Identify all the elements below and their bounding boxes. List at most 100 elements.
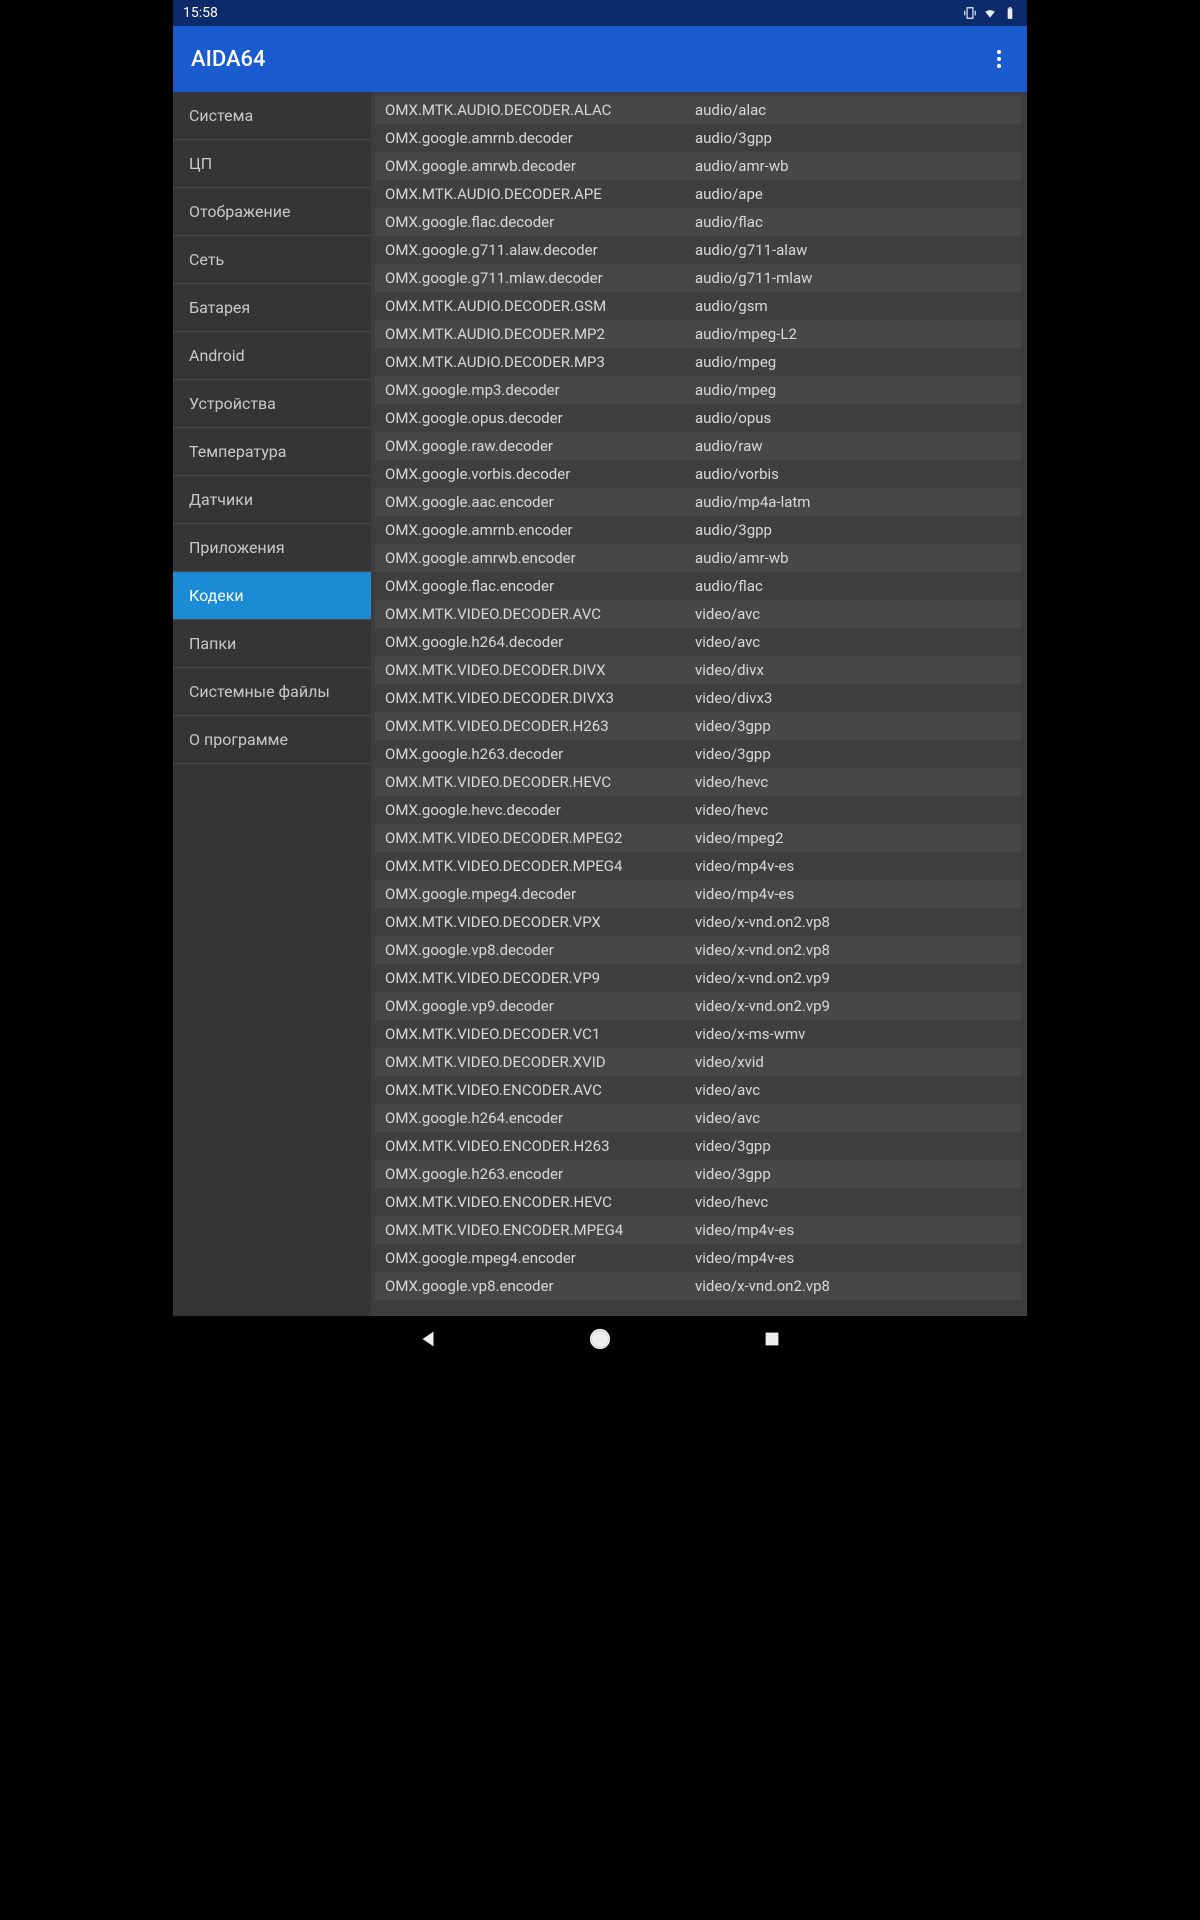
codec-type: audio/mpeg-L2 — [695, 325, 1011, 343]
codec-name: OMX.google.mpeg4.decoder — [385, 885, 695, 903]
sidebar-item-3[interactable]: Сеть — [173, 236, 371, 284]
codec-row[interactable]: OMX.google.aac.encoderaudio/mp4a-latm — [375, 488, 1021, 516]
codec-type: video/avc — [695, 1081, 1011, 1099]
codec-row[interactable]: OMX.google.hevc.decodervideo/hevc — [375, 796, 1021, 824]
codec-name: OMX.google.opus.decoder — [385, 409, 695, 427]
codec-name: OMX.google.flac.encoder — [385, 577, 695, 595]
codec-row[interactable]: OMX.MTK.VIDEO.DECODER.HEVCvideo/hevc — [375, 768, 1021, 796]
codec-row[interactable]: OMX.google.mpeg4.decodervideo/mp4v-es — [375, 880, 1021, 908]
codec-row[interactable]: OMX.MTK.VIDEO.ENCODER.AVCvideo/avc — [375, 1076, 1021, 1104]
navigation-bar — [173, 1316, 1027, 1366]
codec-name: OMX.google.h263.decoder — [385, 745, 695, 763]
codec-row[interactable]: OMX.MTK.VIDEO.DECODER.XVIDvideo/xvid — [375, 1048, 1021, 1076]
codec-row[interactable]: OMX.MTK.VIDEO.DECODER.H263video/3gpp — [375, 712, 1021, 740]
sidebar-item-0[interactable]: Система — [173, 92, 371, 140]
codec-name: OMX.MTK.VIDEO.DECODER.XVID — [385, 1053, 695, 1071]
codec-row[interactable]: OMX.google.h263.encodervideo/3gpp — [375, 1160, 1021, 1188]
sidebar-item-2[interactable]: Отображение — [173, 188, 371, 236]
codec-name: OMX.MTK.VIDEO.DECODER.HEVC — [385, 773, 695, 791]
nav-recent-button[interactable] — [751, 1318, 793, 1364]
codec-row[interactable]: OMX.google.vp9.decodervideo/x-vnd.on2.vp… — [375, 992, 1021, 1020]
codec-row[interactable]: OMX.google.amrwb.encoderaudio/amr-wb — [375, 544, 1021, 572]
codec-row[interactable]: OMX.google.h263.decodervideo/3gpp — [375, 740, 1021, 768]
codec-row[interactable]: OMX.MTK.VIDEO.DECODER.MPEG4video/mp4v-es — [375, 852, 1021, 880]
codec-name: OMX.google.h263.encoder — [385, 1165, 695, 1183]
codec-row[interactable]: OMX.google.h264.encodervideo/avc — [375, 1104, 1021, 1132]
codec-type: audio/mpeg — [695, 381, 1011, 399]
screen: 15:58 AIDA64 СистемаЦПОтображениеСетьБат… — [173, 0, 1027, 1366]
codec-type: audio/amr-wb — [695, 157, 1011, 175]
codec-type: video/xvid — [695, 1053, 1011, 1071]
codec-type: audio/flac — [695, 213, 1011, 231]
codec-row[interactable]: OMX.MTK.VIDEO.DECODER.VC1video/x-ms-wmv — [375, 1020, 1021, 1048]
sidebar-item-1[interactable]: ЦП — [173, 140, 371, 188]
status-time: 15:58 — [183, 5, 218, 21]
sidebar-item-8[interactable]: Датчики — [173, 476, 371, 524]
codec-row[interactable]: OMX.MTK.VIDEO.DECODER.VP9video/x-vnd.on2… — [375, 964, 1021, 992]
codec-row[interactable]: OMX.google.mpeg4.encodervideo/mp4v-es — [375, 1244, 1021, 1272]
codec-row[interactable]: OMX.MTK.VIDEO.DECODER.DIVX3video/divx3 — [375, 684, 1021, 712]
body: СистемаЦПОтображениеСетьБатареяAndroidУс… — [173, 92, 1027, 1316]
codec-list[interactable]: OMX.MTK.AUDIO.DECODER.ALACaudio/alacOMX.… — [371, 92, 1027, 1316]
codec-row[interactable]: OMX.google.flac.encoderaudio/flac — [375, 572, 1021, 600]
codec-row[interactable]: OMX.MTK.VIDEO.ENCODER.MPEG4video/mp4v-es — [375, 1216, 1021, 1244]
codec-row[interactable]: OMX.google.h264.decodervideo/avc — [375, 628, 1021, 656]
vibrate-icon — [963, 6, 977, 20]
codec-row[interactable]: OMX.MTK.VIDEO.ENCODER.H263video/3gpp — [375, 1132, 1021, 1160]
codec-row[interactable]: OMX.MTK.AUDIO.DECODER.GSMaudio/gsm — [375, 292, 1021, 320]
battery-icon — [1003, 6, 1017, 20]
sidebar-item-6[interactable]: Устройства — [173, 380, 371, 428]
codec-row[interactable]: OMX.google.amrnb.decoderaudio/3gpp — [375, 124, 1021, 152]
codec-row[interactable]: OMX.google.amrnb.encoderaudio/3gpp — [375, 516, 1021, 544]
codec-row[interactable]: OMX.MTK.AUDIO.DECODER.ALACaudio/alac — [375, 96, 1021, 124]
nav-back-button[interactable] — [407, 1318, 449, 1364]
codec-row[interactable]: OMX.google.vp8.encodervideo/x-vnd.on2.vp… — [375, 1272, 1021, 1300]
codec-row[interactable]: OMX.google.opus.decoderaudio/opus — [375, 404, 1021, 432]
codec-row[interactable]: OMX.MTK.AUDIO.DECODER.APEaudio/ape — [375, 180, 1021, 208]
sidebar-item-12[interactable]: Системные файлы — [173, 668, 371, 716]
codec-type: video/divx3 — [695, 689, 1011, 707]
codec-row[interactable]: OMX.google.flac.decoderaudio/flac — [375, 208, 1021, 236]
codec-row[interactable]: OMX.MTK.VIDEO.DECODER.VPXvideo/x-vnd.on2… — [375, 908, 1021, 936]
codec-row[interactable]: OMX.MTK.VIDEO.DECODER.MPEG2video/mpeg2 — [375, 824, 1021, 852]
sidebar-item-10[interactable]: Кодеки — [173, 572, 371, 620]
codec-type: video/avc — [695, 605, 1011, 623]
codec-name: OMX.google.amrwb.encoder — [385, 549, 695, 567]
nav-home-button[interactable] — [579, 1318, 621, 1364]
codec-type: audio/g711-mlaw — [695, 269, 1011, 287]
app-title: AIDA64 — [191, 47, 266, 72]
codec-row[interactable]: OMX.google.raw.decoderaudio/raw — [375, 432, 1021, 460]
codec-row[interactable]: OMX.google.vp8.decodervideo/x-vnd.on2.vp… — [375, 936, 1021, 964]
codec-row[interactable]: OMX.MTK.AUDIO.DECODER.MP3audio/mpeg — [375, 348, 1021, 376]
codec-row[interactable]: OMX.google.g711.mlaw.decoderaudio/g711-m… — [375, 264, 1021, 292]
codec-name: OMX.MTK.VIDEO.ENCODER.HEVC — [385, 1193, 695, 1211]
codec-type: audio/flac — [695, 577, 1011, 595]
sidebar-item-7[interactable]: Температура — [173, 428, 371, 476]
recent-icon — [761, 1328, 783, 1350]
codec-row[interactable]: OMX.google.vorbis.decoderaudio/vorbis — [375, 460, 1021, 488]
sidebar-item-13[interactable]: О программе — [173, 716, 371, 764]
codec-row[interactable]: OMX.MTK.AUDIO.DECODER.MP2audio/mpeg-L2 — [375, 320, 1021, 348]
sidebar-item-5[interactable]: Android — [173, 332, 371, 380]
codec-type: video/x-vnd.on2.vp8 — [695, 1277, 1011, 1295]
codec-row[interactable]: OMX.MTK.VIDEO.DECODER.DIVXvideo/divx — [375, 656, 1021, 684]
codec-row[interactable]: OMX.google.mp3.decoderaudio/mpeg — [375, 376, 1021, 404]
codec-type: audio/mpeg — [695, 353, 1011, 371]
codec-type: audio/3gpp — [695, 129, 1011, 147]
codec-type: video/avc — [695, 633, 1011, 651]
sidebar-item-11[interactable]: Папки — [173, 620, 371, 668]
codec-row[interactable]: OMX.google.g711.alaw.decoderaudio/g711-a… — [375, 236, 1021, 264]
codec-row[interactable]: OMX.MTK.VIDEO.ENCODER.HEVCvideo/hevc — [375, 1188, 1021, 1216]
codec-type: video/3gpp — [695, 717, 1011, 735]
codec-type: audio/g711-alaw — [695, 241, 1011, 259]
sidebar-item-9[interactable]: Приложения — [173, 524, 371, 572]
codec-name: OMX.MTK.VIDEO.DECODER.VPX — [385, 913, 695, 931]
more-menu-button[interactable] — [989, 42, 1009, 76]
codec-name: OMX.google.vorbis.decoder — [385, 465, 695, 483]
codec-row[interactable]: OMX.MTK.VIDEO.DECODER.AVCvideo/avc — [375, 600, 1021, 628]
codec-type: audio/ape — [695, 185, 1011, 203]
codec-row[interactable]: OMX.google.amrwb.decoderaudio/amr-wb — [375, 152, 1021, 180]
codec-type: video/3gpp — [695, 745, 1011, 763]
codec-type: video/mp4v-es — [695, 885, 1011, 903]
sidebar-item-4[interactable]: Батарея — [173, 284, 371, 332]
